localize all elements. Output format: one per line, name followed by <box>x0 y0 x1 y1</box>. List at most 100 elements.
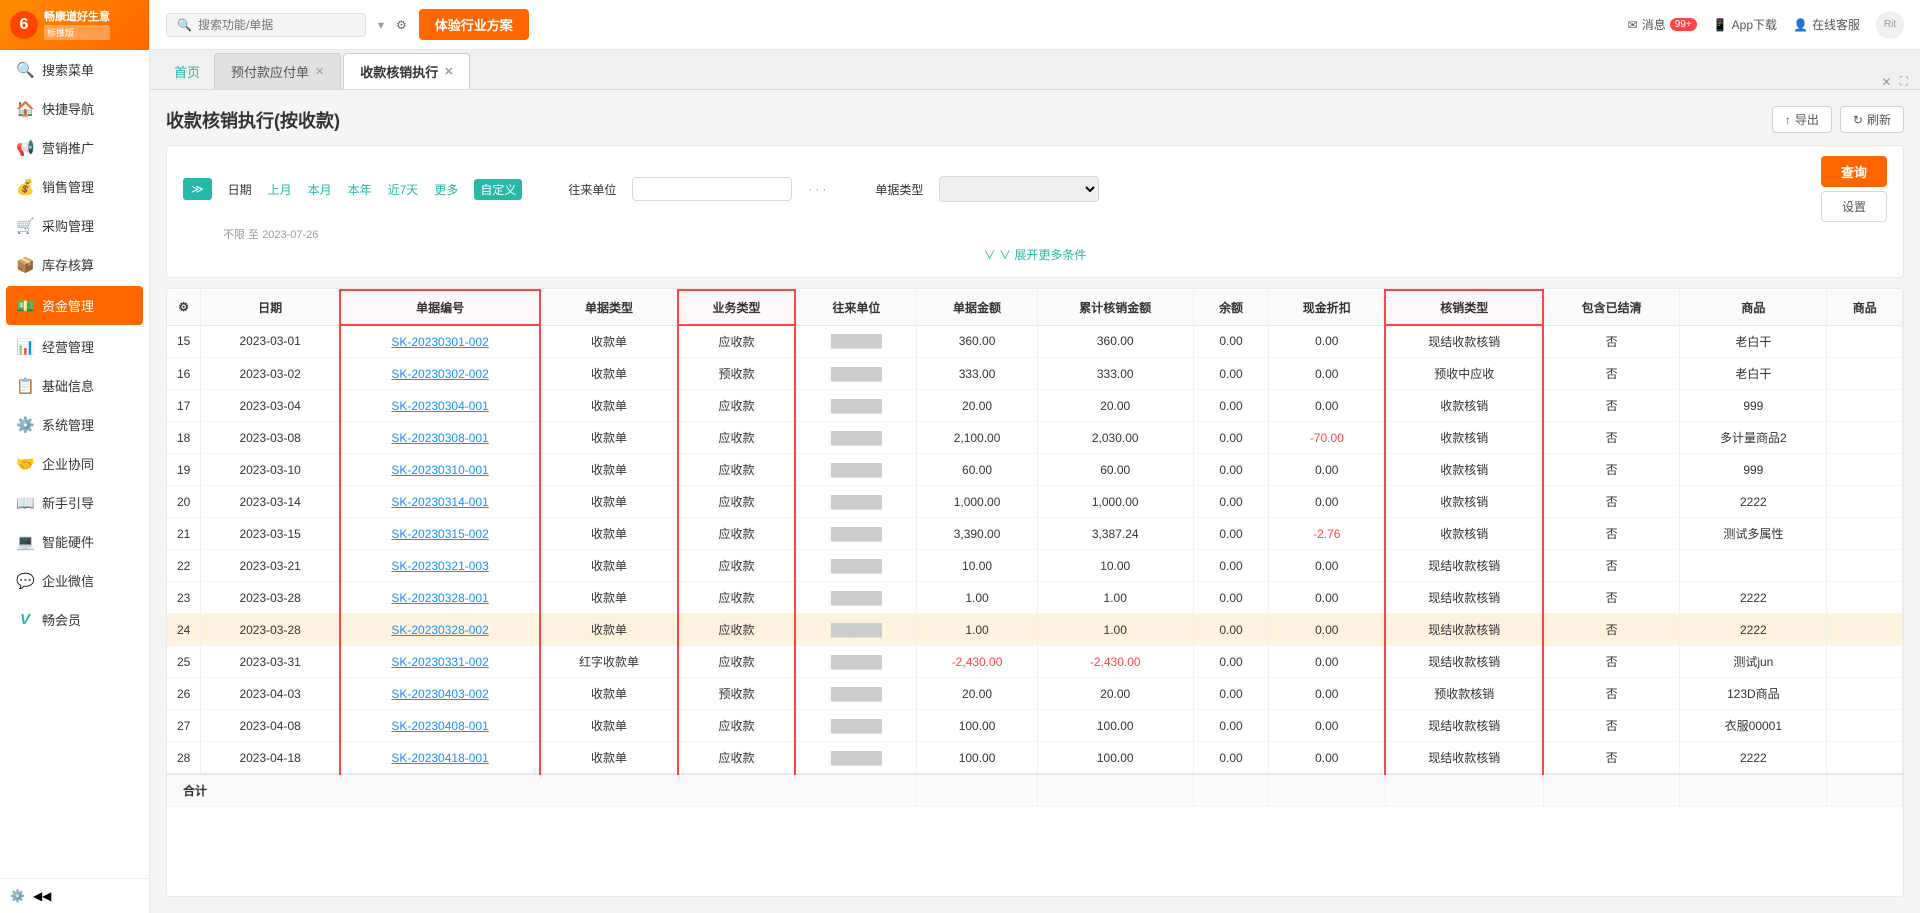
col-balance[interactable]: 余额 <box>1193 290 1269 325</box>
cell-code[interactable]: SK-20230304-001 <box>340 390 540 422</box>
sidebar-item-marketing[interactable]: 📢 营销推广 <box>0 128 149 167</box>
cell-discount: 0.00 <box>1269 550 1386 582</box>
tab-receipt[interactable]: 收款核销执行 ✕ <box>343 53 470 89</box>
close-window-icon[interactable]: ✕ <box>1882 75 1892 89</box>
cell-code[interactable]: SK-20230331-002 <box>340 646 540 678</box>
partner-dots[interactable]: ··· <box>808 182 829 196</box>
code-link[interactable]: SK-20230308-001 <box>391 431 488 445</box>
export-button[interactable]: ↑ 导出 <box>1772 106 1832 133</box>
col-goods2[interactable]: 商品 <box>1827 290 1903 325</box>
gear-icon[interactable]: ⚙️ <box>10 889 25 903</box>
col-verify-type[interactable]: 核销类型 <box>1385 290 1543 325</box>
search-wrap[interactable]: 🔍 <box>166 13 366 37</box>
sidebar-item-quicknav[interactable]: 🏠 快捷导航 <box>0 89 149 128</box>
setting-button[interactable]: 设置 <box>1821 191 1887 222</box>
col-biz-type[interactable]: 业务类型 <box>678 290 795 325</box>
settings-icon[interactable]: ⚙ <box>396 18 407 32</box>
code-link[interactable]: SK-20230314-001 <box>391 495 488 509</box>
code-link[interactable]: SK-20230408-001 <box>391 719 488 733</box>
col-discount[interactable]: 现金折扣 <box>1269 290 1386 325</box>
cell-code[interactable]: SK-20230321-003 <box>340 550 540 582</box>
industry-solution-button[interactable]: 体验行业方案 <box>419 9 529 40</box>
cell-code[interactable]: SK-20230310-001 <box>340 454 540 486</box>
tab-prepay[interactable]: 预付款应付单 ✕ <box>214 53 341 89</box>
col-amount[interactable]: 单据金额 <box>917 290 1037 325</box>
partner-input[interactable] <box>632 177 792 201</box>
cell-partner: ██████ <box>795 486 917 518</box>
sidebar-item-basic[interactable]: 📋 基础信息 <box>0 366 149 405</box>
refresh-button[interactable]: ↻ 刷新 <box>1840 106 1904 133</box>
cell-code[interactable]: SK-20230328-002 <box>340 614 540 646</box>
cell-code[interactable]: SK-20230314-001 <box>340 486 540 518</box>
date-custom[interactable]: 自定义 <box>474 179 522 200</box>
query-button[interactable]: 查询 <box>1821 156 1887 187</box>
search-input[interactable] <box>198 18 338 32</box>
date-more[interactable]: 更多 <box>434 181 458 198</box>
finance-icon: 💵 <box>16 297 34 315</box>
col-verified[interactable]: 累计核销金额 <box>1037 290 1193 325</box>
date-last-month[interactable]: 上月 <box>268 181 292 198</box>
sidebar-item-operation[interactable]: 📊 经营管理 <box>0 327 149 366</box>
online-service-btn[interactable]: 👤 在线客服 <box>1793 16 1860 33</box>
sidebar-item-hardware[interactable]: 💻 智能硬件 <box>0 522 149 561</box>
col-gear[interactable]: ⚙ <box>167 290 201 325</box>
sidebar-item-member[interactable]: V 畅会员 <box>0 600 149 639</box>
date-this-year[interactable]: 本年 <box>348 181 372 198</box>
code-link[interactable]: SK-20230418-001 <box>391 751 488 765</box>
sidebar-item-purchase[interactable]: 🛒 采购管理 <box>0 206 149 245</box>
col-goods1[interactable]: 商品 <box>1680 290 1827 325</box>
filter-expand-toggle[interactable]: ≫ <box>183 178 212 200</box>
cell-goods1: 999 <box>1680 454 1827 486</box>
cell-code[interactable]: SK-20230408-001 <box>340 710 540 742</box>
cell-balance: 0.00 <box>1193 582 1269 614</box>
sidebar-item-search[interactable]: 🔍 搜索菜单 <box>0 50 149 89</box>
cell-amount: 1,000.00 <box>917 486 1037 518</box>
expand-bar[interactable]: ∨ ∨ 展开更多条件 <box>183 242 1887 267</box>
table-row: 18 2023-03-08 SK-20230308-001 收款单 应收款 ██… <box>167 422 1903 454</box>
cell-goods2 <box>1827 678 1903 710</box>
cell-code[interactable]: SK-20230308-001 <box>340 422 540 454</box>
sidebar-item-collab[interactable]: 🤝 企业协同 <box>0 444 149 483</box>
cell-code[interactable]: SK-20230301-002 <box>340 325 540 358</box>
cell-code[interactable]: SK-20230403-002 <box>340 678 540 710</box>
code-link[interactable]: SK-20230302-002 <box>391 367 488 381</box>
code-link[interactable]: SK-20230321-003 <box>391 559 488 573</box>
code-link[interactable]: SK-20230331-002 <box>391 655 488 669</box>
sidebar-item-system[interactable]: ⚙️ 系统管理 <box>0 405 149 444</box>
sidebar-item-inventory[interactable]: 📦 库存核算 <box>0 245 149 284</box>
tab-receipt-close[interactable]: ✕ <box>444 65 453 78</box>
col-code[interactable]: 单据编号 <box>340 290 540 325</box>
sidebar-item-finance[interactable]: 💵 资金管理 <box>6 286 143 325</box>
topbar-right: ✉ 消息 99+ 📱 App下载 👤 在线客服 Rit <box>1628 11 1904 39</box>
messages-btn[interactable]: ✉ 消息 99+ <box>1628 16 1697 33</box>
cell-code[interactable]: SK-20230418-001 <box>340 742 540 775</box>
code-link[interactable]: SK-20230315-002 <box>391 527 488 541</box>
code-link[interactable]: SK-20230328-001 <box>391 591 488 605</box>
cell-code[interactable]: SK-20230315-002 <box>340 518 540 550</box>
voucher-type-select[interactable] <box>939 176 1099 202</box>
tab-home[interactable]: 首页 <box>162 54 212 89</box>
user-avatar[interactable]: Rit <box>1876 11 1904 39</box>
app-download-btn[interactable]: 📱 App下载 <box>1713 16 1777 33</box>
cell-code[interactable]: SK-20230302-002 <box>340 358 540 390</box>
date-this-month[interactable]: 本月 <box>308 181 332 198</box>
date-7days[interactable]: 近7天 <box>388 181 419 198</box>
cell-discount: 0.00 <box>1269 358 1386 390</box>
dropdown-arrow-icon[interactable]: ▾ <box>378 18 384 32</box>
col-voucher-type[interactable]: 单据类型 <box>540 290 678 325</box>
cell-code[interactable]: SK-20230328-001 <box>340 582 540 614</box>
sidebar-item-sales[interactable]: 💰 销售管理 <box>0 167 149 206</box>
sidebar-item-guide[interactable]: 📖 新手引导 <box>0 483 149 522</box>
maximize-icon[interactable]: ⛶ <box>1900 74 1908 89</box>
collapse-icon[interactable]: ◀◀ <box>33 889 51 903</box>
code-link[interactable]: SK-20230310-001 <box>391 463 488 477</box>
col-included[interactable]: 包含已结清 <box>1543 290 1680 325</box>
col-partner[interactable]: 往来单位 <box>795 290 917 325</box>
tab-prepay-close[interactable]: ✕ <box>315 65 324 78</box>
code-link[interactable]: SK-20230403-002 <box>391 687 488 701</box>
code-link[interactable]: SK-20230301-002 <box>391 335 488 349</box>
col-date[interactable]: 日期 <box>201 290 340 325</box>
code-link[interactable]: SK-20230304-001 <box>391 399 488 413</box>
sidebar-item-wechat[interactable]: 💬 企业微信 <box>0 561 149 600</box>
code-link[interactable]: SK-20230328-002 <box>391 623 488 637</box>
